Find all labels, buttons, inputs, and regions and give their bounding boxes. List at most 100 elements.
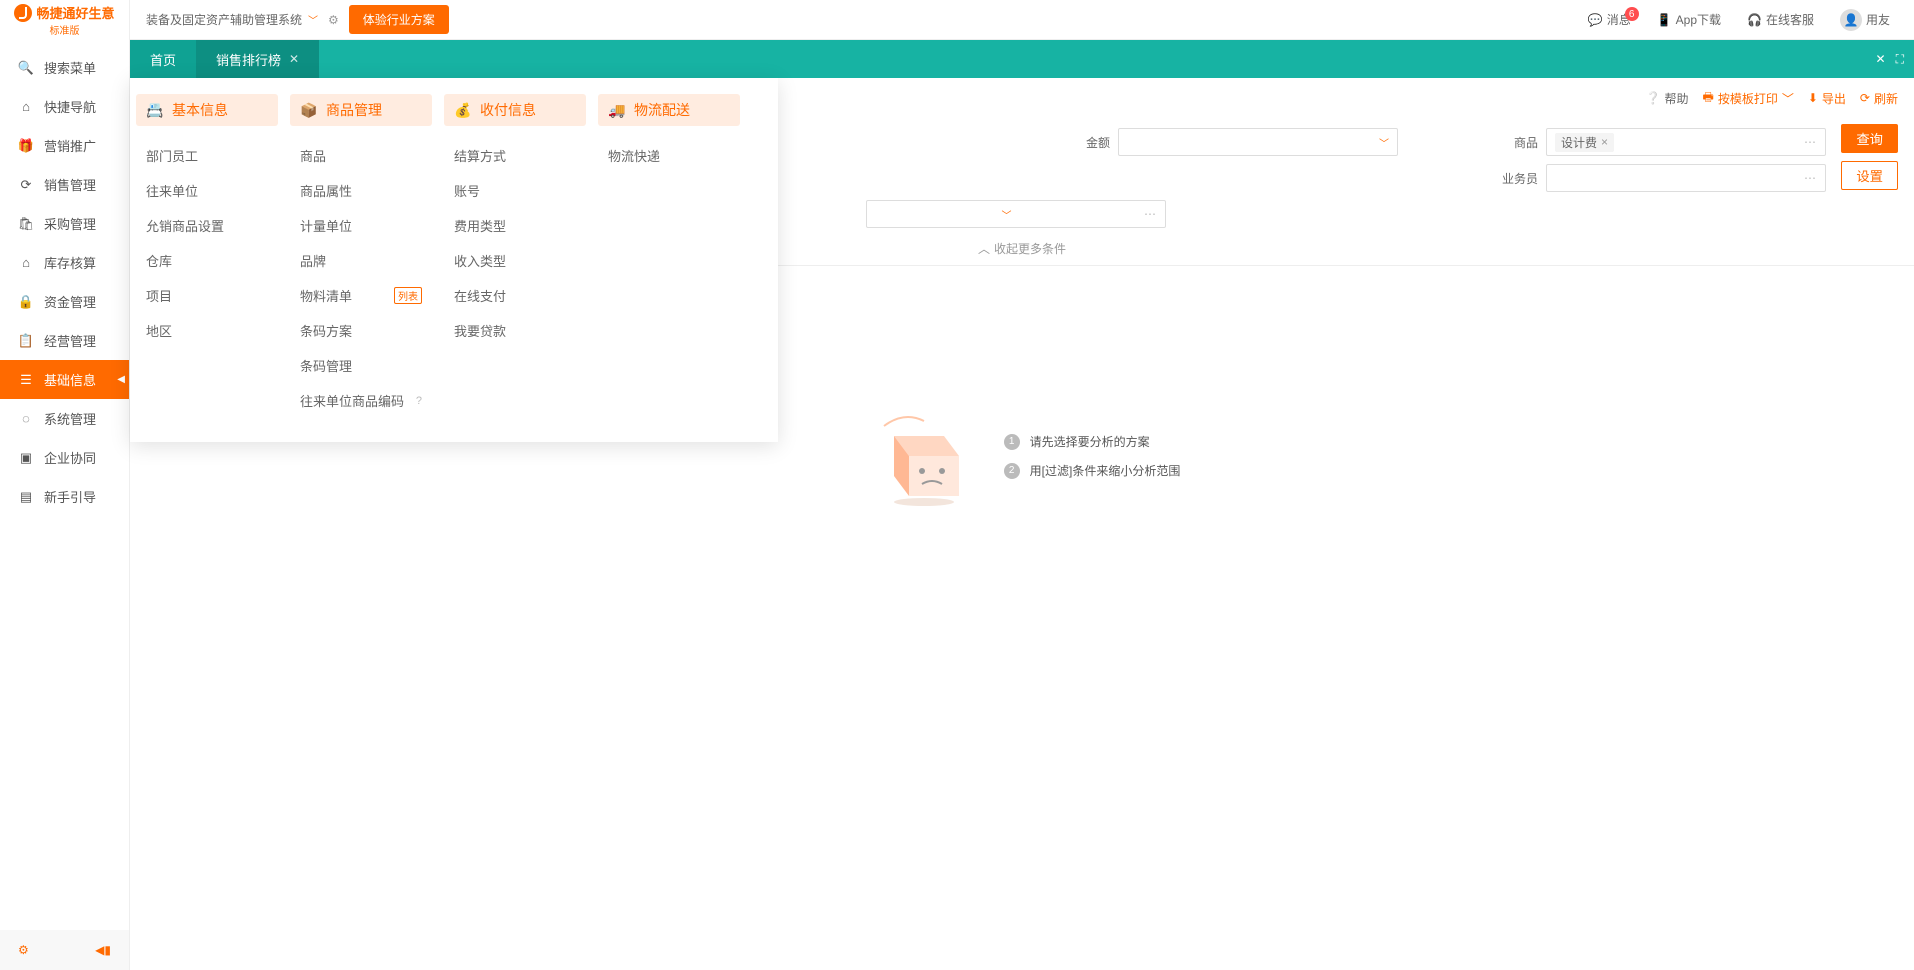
step-number-2: 2 (1004, 463, 1020, 479)
messages-link[interactable]: 💬 消息 6 (1580, 11, 1639, 28)
mega-item-label: 费用类型 (454, 216, 506, 235)
mega-menu-item[interactable]: 地区 (136, 313, 278, 348)
mega-menu-item[interactable]: 物流快递 (598, 138, 740, 173)
empty-step-2: 2 用[过滤]条件来缩小分析范围 (1004, 462, 1181, 479)
print-icon: 🖶 (1702, 88, 1713, 109)
guide-icon: ▤ (18, 489, 34, 505)
export-label: 导出 (1822, 90, 1846, 107)
salesperson-input[interactable]: ⋯ (1546, 164, 1826, 192)
mega-item-label: 往来单位商品编码 (300, 391, 404, 410)
refresh-icon: ⟳ (1860, 91, 1870, 105)
sidebar-item-system[interactable]: ◌系统管理 (0, 399, 129, 438)
sidebar-item-search-menu[interactable]: 🔍搜索菜单 (0, 48, 129, 87)
inventory-icon: ⌂ (18, 255, 34, 271)
experience-button[interactable]: 体验行业方案 (349, 5, 449, 34)
tab-home[interactable]: 首页 (130, 40, 196, 78)
mega-menu-item[interactable]: 仓库 (136, 243, 278, 278)
mega-menu-item[interactable]: 物料清单列表 (290, 278, 432, 313)
mega-item-label: 在线支付 (454, 286, 506, 305)
mega-menu-item[interactable]: 我要贷款 (444, 313, 586, 348)
sales-icon: ⟳ (18, 177, 34, 193)
collapse-sidebar-icon[interactable]: ◀▮ (95, 943, 111, 957)
query-button[interactable]: 查询 (1841, 124, 1898, 153)
mega-menu-item[interactable]: 商品属性 (290, 173, 432, 208)
mega-menu-item[interactable]: 条码方案 (290, 313, 432, 348)
messages-badge: 6 (1625, 7, 1639, 21)
setting-button[interactable]: 设置 (1841, 161, 1898, 190)
sidebar-item-basic-info[interactable]: ☰基础信息 (0, 360, 129, 399)
chevron-up-icon: ︿ (978, 240, 990, 257)
operation-icon: 📋 (18, 333, 34, 349)
column-title: 收付信息 (480, 100, 536, 120)
column-title: 基本信息 (172, 100, 228, 120)
product-input[interactable]: 设计费 × ⋯ (1546, 128, 1826, 156)
basic-info-icon: ☰ (18, 372, 34, 388)
tab-sales-ranking[interactable]: 销售排行榜 ✕ (196, 40, 319, 78)
step-1-text: 请先选择要分析的方案 (1030, 433, 1150, 450)
tab-bar: 首页 销售排行榜 ✕ ✕ ⛶ (130, 40, 1914, 78)
amount-input[interactable]: ﹀ (1118, 128, 1398, 156)
extra-input[interactable]: ﹀ ⋯ (866, 200, 1166, 228)
sidebar-item-sales[interactable]: ⟳销售管理 (0, 165, 129, 204)
mega-column: 🚚 物流配送物流快递 (592, 94, 746, 418)
mega-menu-item[interactable]: 往来单位商品编码? (290, 383, 432, 418)
mega-item-label: 仓库 (146, 251, 172, 270)
sidebar-item-guide[interactable]: ▤新手引导 (0, 477, 129, 516)
collapse-label: 收起更多条件 (994, 240, 1066, 257)
more-icon[interactable]: ⋯ (1144, 207, 1157, 221)
mega-menu-item[interactable]: 往来单位 (136, 173, 278, 208)
sidebar-item-operation[interactable]: 📋 经营管理 (0, 321, 129, 360)
remove-tag-icon[interactable]: × (1601, 135, 1608, 149)
mega-item-label: 地区 (146, 321, 172, 340)
fullscreen-icon[interactable]: ⛶ (1896, 52, 1904, 67)
mega-menu-item[interactable]: 品牌 (290, 243, 432, 278)
sidebar-item-collab[interactable]: ▣企业协同 (0, 438, 129, 477)
mega-menu-item[interactable]: 收入类型 (444, 243, 586, 278)
more-icon[interactable]: ⋯ (1804, 135, 1817, 149)
online-service-link[interactable]: 🎧 在线客服 (1739, 11, 1822, 28)
mega-item-label: 商品属性 (300, 181, 352, 200)
column-title: 物流配送 (634, 100, 690, 120)
mega-menu-item[interactable]: 结算方式 (444, 138, 586, 173)
main-nav: 🔍搜索菜单⌂快捷导航🎁营销推广⟳销售管理🛍采购管理⌂库存核算🔒资金管理📋经营管理… (0, 40, 129, 930)
close-icon[interactable]: ✕ (289, 52, 299, 66)
settings-icon[interactable]: ⚙ (18, 943, 29, 957)
column-icon: 🚚 (608, 101, 626, 119)
mega-menu-item[interactable]: 账号 (444, 173, 586, 208)
sidebar-item-label: 快捷导航 (44, 97, 96, 116)
mega-menu-item[interactable]: 项目 (136, 278, 278, 313)
sidebar-item-label: 经营管理 (44, 331, 96, 350)
help-icon[interactable]: ? (416, 395, 422, 407)
app-download-link[interactable]: 📱 App下载 (1649, 11, 1729, 28)
mega-column-header: 📇基本信息 (136, 94, 278, 126)
sidebar-item-purchase[interactable]: 🛍采购管理 (0, 204, 129, 243)
template-print-link[interactable]: 🖶 按模板打印 ﹀ (1702, 88, 1793, 109)
sidebar-item-finance[interactable]: 🔒资金管理 (0, 282, 129, 321)
mega-item-label: 计量单位 (300, 216, 352, 235)
print-label: 按模板打印 (1718, 90, 1778, 107)
system-settings-icon[interactable]: ⚙ (328, 13, 339, 27)
refresh-link[interactable]: ⟳ 刷新 (1860, 90, 1898, 107)
sidebar-item-marketing[interactable]: 🎁营销推广 (0, 126, 129, 165)
export-link[interactable]: ⬇ 导出 (1808, 90, 1846, 107)
mega-menu-item[interactable]: 条码管理 (290, 348, 432, 383)
finance-icon: 🔒 (18, 294, 34, 310)
app-download-label: App下载 (1676, 11, 1721, 28)
mega-menu-item[interactable]: 计量单位 (290, 208, 432, 243)
tab-close-all-icon[interactable]: ✕ (1876, 52, 1886, 66)
system-selector[interactable]: 装备及固定资产辅助管理系统 ﹀ (146, 11, 318, 28)
sidebar-item-quick-nav[interactable]: ⌂快捷导航 (0, 87, 129, 126)
help-link[interactable]: ❔ 帮助 (1646, 90, 1689, 107)
user-menu[interactable]: 👤 用友 (1832, 9, 1898, 31)
sidebar-item-inventory[interactable]: ⌂库存核算 (0, 243, 129, 282)
mega-menu-item[interactable]: 费用类型 (444, 208, 586, 243)
marketing-icon: 🎁 (18, 138, 34, 154)
phone-icon: 📱 (1657, 13, 1672, 27)
mega-menu-item[interactable]: 允销商品设置 (136, 208, 278, 243)
mega-item-label: 允销商品设置 (146, 216, 224, 235)
sidebar-item-label: 采购管理 (44, 214, 96, 233)
mega-menu-item[interactable]: 部门员工 (136, 138, 278, 173)
more-icon[interactable]: ⋯ (1804, 171, 1817, 185)
mega-menu-item[interactable]: 商品 (290, 138, 432, 173)
mega-menu-item[interactable]: 在线支付 (444, 278, 586, 313)
